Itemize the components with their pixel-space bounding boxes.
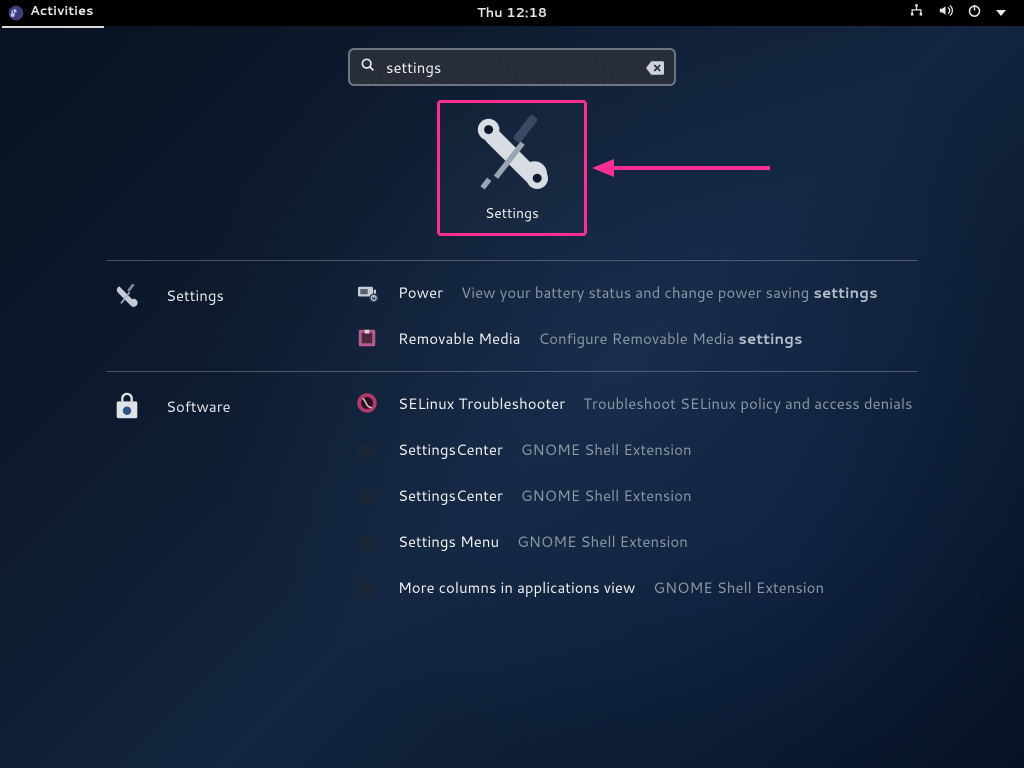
result-row[interactable]: More columns in applications view GNOME … xyxy=(354,574,918,600)
result-row[interactable]: Power View your battery status and chang… xyxy=(354,279,918,305)
section-title: Software xyxy=(166,396,231,417)
results-section: Settings Power View your battery status … xyxy=(106,261,918,371)
search-icon xyxy=(360,57,376,78)
power-icon xyxy=(354,279,380,305)
result-title: Removable Media xyxy=(398,328,520,349)
network-icon[interactable] xyxy=(909,3,924,23)
result-row[interactable]: SettingsCenter GNOME Shell Extension xyxy=(354,436,918,462)
top-bar: Activities Thu 12:18 xyxy=(0,0,1024,26)
app-result-settings[interactable]: Settings xyxy=(437,100,587,236)
results-section: Software SELinux Troubleshooter Troubles… xyxy=(106,372,918,620)
system-menu-chevron-icon[interactable] xyxy=(996,10,1006,16)
puzzle-icon xyxy=(354,482,380,508)
activities-button[interactable]: Activities xyxy=(30,0,102,27)
result-title: Settings Menu xyxy=(398,531,499,552)
selinux-icon xyxy=(354,390,380,416)
power-icon[interactable] xyxy=(967,3,982,23)
result-title: SettingsCenter xyxy=(398,439,503,460)
result-title: SELinux Troubleshooter xyxy=(398,393,565,414)
overview-search-box[interactable] xyxy=(348,48,676,86)
app-result-label: Settings xyxy=(485,203,539,223)
system-tray[interactable] xyxy=(909,3,1024,23)
puzzle-icon xyxy=(354,436,380,462)
result-description: Configure Removable Media settings xyxy=(538,328,802,349)
search-input[interactable] xyxy=(386,57,636,78)
distro-logo-icon xyxy=(8,5,24,21)
settings-app-icon xyxy=(464,103,560,203)
result-row[interactable]: Settings Menu GNOME Shell Extension xyxy=(354,528,918,554)
result-row[interactable]: SELinux Troubleshooter Troubleshoot SELi… xyxy=(354,390,918,416)
clock-label[interactable]: Thu 12:18 xyxy=(477,4,547,22)
result-title: SettingsCenter xyxy=(398,485,503,506)
puzzle-icon xyxy=(354,528,380,554)
activities-underline xyxy=(2,26,104,28)
result-row[interactable]: Removable Media Configure Removable Medi… xyxy=(354,325,918,351)
volume-icon[interactable] xyxy=(938,3,953,23)
section-title: Settings xyxy=(166,285,224,306)
result-title: More columns in applications view xyxy=(398,577,635,598)
result-description: GNOME Shell Extension xyxy=(521,439,692,460)
clear-search-icon[interactable] xyxy=(646,60,664,74)
wrench-screwdriver-icon xyxy=(110,279,144,313)
result-description: GNOME Shell Extension xyxy=(521,485,692,506)
puzzle-icon xyxy=(354,574,380,600)
result-description: GNOME Shell Extension xyxy=(517,531,688,552)
annotation-arrow xyxy=(592,157,770,179)
result-description: GNOME Shell Extension xyxy=(653,577,824,598)
software-bag-icon xyxy=(110,390,144,424)
result-description: View your battery status and change powe… xyxy=(461,282,878,303)
result-description: Troubleshoot SELinux policy and access d… xyxy=(583,393,912,414)
removable-icon xyxy=(354,325,380,351)
result-row[interactable]: SettingsCenter GNOME Shell Extension xyxy=(354,482,918,508)
result-title: Power xyxy=(398,282,443,303)
